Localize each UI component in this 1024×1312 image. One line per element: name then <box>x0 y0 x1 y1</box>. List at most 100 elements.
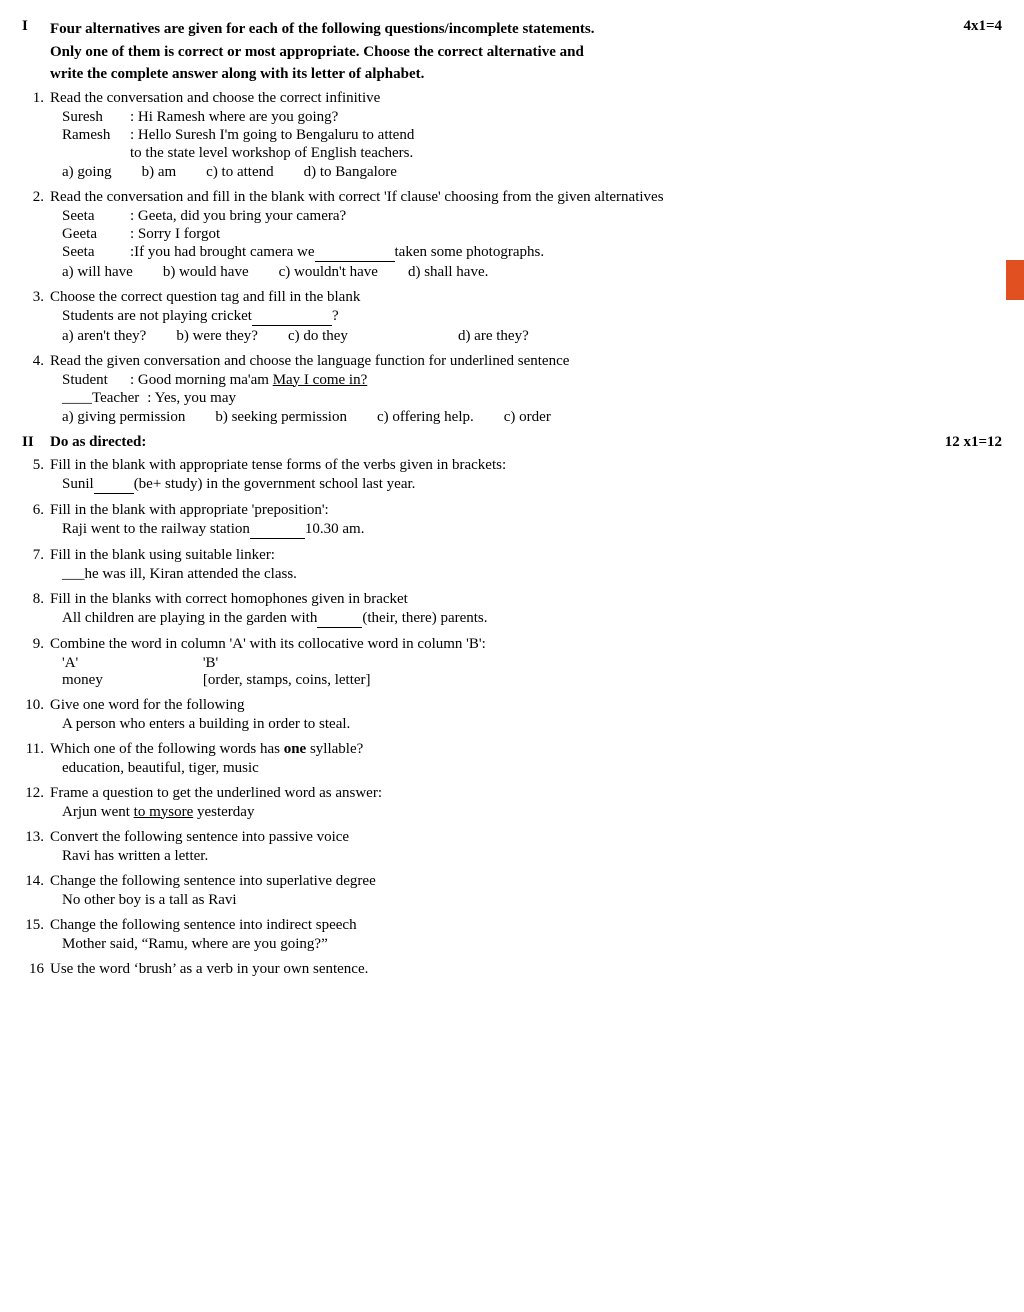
q2-opt-c: c) wouldn't have <box>279 264 378 281</box>
q1-ramesh-line2: to the state level workshop of English t… <box>130 145 1002 162</box>
q2-seeta2-pre: :If you had brought camera we <box>130 244 315 260</box>
q9-col-a: 'A' money <box>62 655 103 689</box>
q1-suresh-line: : Hi Ramesh where are you going? <box>130 109 1002 126</box>
q6-num: 6. <box>22 502 44 519</box>
q6-text: Fill in the blank with appropriate 'prep… <box>50 502 1002 519</box>
q12-sentence: Arjun went to mysore yesterday <box>62 804 1002 821</box>
q9-col-a-header: 'A' <box>62 655 103 672</box>
q4-opt-c: c) offering help. <box>377 409 474 426</box>
q3-sentence-post: ? <box>332 308 339 324</box>
q10-text: Give one word for the following <box>50 697 1002 714</box>
q12-text: Frame a question to get the underlined w… <box>50 785 1002 802</box>
section-i-marks: 4x1=4 <box>963 18 1002 35</box>
question-10: 10. Give one word for the following A pe… <box>22 697 1002 733</box>
question-12: 12. Frame a question to get the underlin… <box>22 785 1002 821</box>
q1-num: 1. <box>22 90 44 107</box>
q2-seeta1-label: Seeta <box>62 208 122 225</box>
q3-opt-c: c) do they <box>288 328 348 345</box>
q1-opt-d: d) to Bangalore <box>304 164 397 181</box>
q2-seeta2-post: taken some photographs. <box>395 244 545 260</box>
section-i-title-line3: write the complete answer along with its… <box>50 63 963 86</box>
q2-opt-d: d) shall have. <box>408 264 488 281</box>
q3-text: Choose the correct question tag and fill… <box>50 289 1002 306</box>
q4-student-line-text: : Good morning ma'am <box>130 372 269 388</box>
q11-sentence: education, beautiful, tiger, music <box>62 760 1002 777</box>
q2-blank <box>315 244 395 262</box>
question-8: 8. Fill in the blanks with correct homop… <box>22 591 1002 628</box>
question-3: 3. Choose the correct question tag and f… <box>22 289 1002 345</box>
question-5: 5. Fill in the blank with appropriate te… <box>22 457 1002 494</box>
q2-seeta1-line: : Geeta, did you bring your camera? <box>130 208 1002 225</box>
q9-col-a-val: money <box>62 672 103 689</box>
q1-opt-c: c) to attend <box>206 164 273 181</box>
section-i-title-line1: Four alternatives are given for each of … <box>50 18 963 41</box>
q8-post: (their, there) parents. <box>362 610 487 626</box>
question-1: 1. Read the conversation and choose the … <box>22 90 1002 181</box>
question-9: 9. Combine the word in column 'A' with i… <box>22 636 1002 689</box>
question-11: 11. Which one of the following words has… <box>22 741 1002 777</box>
question-4: 4. Read the given conversation and choos… <box>22 353 1002 426</box>
q2-num: 2. <box>22 189 44 206</box>
q7-sentence: ___he was ill, Kiran attended the class. <box>62 566 1002 583</box>
q3-blank <box>252 308 332 326</box>
q4-opt-a: a) giving permission <box>62 409 185 426</box>
q3-opt-d: d) are they? <box>458 328 529 345</box>
q4-teacher-line: : Yes, you may <box>147 390 1002 407</box>
q4-student-underline: May I come in? <box>273 372 368 388</box>
q15-num: 15. <box>22 917 44 934</box>
q13-text: Convert the following sentence into pass… <box>50 829 1002 846</box>
q10-num: 10. <box>22 697 44 714</box>
q4-text: Read the given conversation and choose t… <box>50 353 1002 370</box>
q8-sentence: All children are playing in the garden w… <box>62 610 1002 628</box>
q9-col-b-val: [order, stamps, coins, letter] <box>203 672 371 689</box>
q5-pre: Sunil <box>62 476 94 492</box>
q12-num: 12. <box>22 785 44 802</box>
q5-sentence: Sunil (be+ study) in the government scho… <box>62 476 1002 494</box>
q6-sentence: Raji went to the railway station 10.30 a… <box>62 521 1002 539</box>
q2-geeta-label: Geeta <box>62 226 122 243</box>
question-15: 15. Change the following sentence into i… <box>22 917 1002 953</box>
q6-blank <box>250 521 305 539</box>
question-16: 16 Use the word ‘brush’ as a verb in you… <box>22 961 1002 978</box>
q3-sentence: Students are not playing cricket ? <box>62 308 1002 326</box>
q9-text: Combine the word in column 'A' with its … <box>50 636 1002 653</box>
q6-pre: Raji went to the railway station <box>62 521 250 537</box>
q4-num: 4. <box>22 353 44 370</box>
question-14: 14. Change the following sentence into s… <box>22 873 1002 909</box>
q8-blank <box>317 610 362 628</box>
q11-num: 11. <box>22 741 44 758</box>
q2-seeta2-line: :If you had brought camera we taken some… <box>130 244 1002 262</box>
q4-teacher-label: ____Teacher <box>62 390 139 407</box>
q1-ramesh-cont <box>62 145 122 162</box>
q3-num: 3. <box>22 289 44 306</box>
question-2: 2. Read the conversation and fill in the… <box>22 189 1002 281</box>
q2-text: Read the conversation and fill in the bl… <box>50 189 1002 206</box>
q1-suresh-label: Suresh <box>62 109 122 126</box>
section-i-header: I Four alternatives are given for each o… <box>22 18 1002 86</box>
q9-col-b-header: 'B' <box>203 655 371 672</box>
q7-text: Fill in the blank using suitable linker: <box>50 547 1002 564</box>
q8-text: Fill in the blanks with correct homophon… <box>50 591 1002 608</box>
section-ii-marks: 12 x1=12 <box>945 434 1002 451</box>
q2-seeta2-label: Seeta <box>62 244 122 262</box>
q2-geeta-line: : Sorry I forgot <box>130 226 1002 243</box>
q1-opt-a: a) going <box>62 164 112 181</box>
q4-opt-b: b) seeking permission <box>215 409 347 426</box>
q11-text: Which one of the following words has one… <box>50 741 1002 758</box>
q11-text-pre: Which one of the following words has <box>50 741 280 757</box>
q9-num: 9. <box>22 636 44 653</box>
q11-text2: syllable? <box>310 741 363 757</box>
question-6: 6. Fill in the blank with appropriate 'p… <box>22 502 1002 539</box>
q1-opt-b: b) am <box>142 164 177 181</box>
section-ii-roman: II <box>22 434 38 451</box>
q2-opt-b: b) would have <box>163 264 249 281</box>
q8-pre: All children are playing in the garden w… <box>62 610 317 626</box>
q15-text: Change the following sentence into indir… <box>50 917 1002 934</box>
q7-num: 7. <box>22 547 44 564</box>
section-ii-header: II Do as directed: 12 x1=12 <box>22 434 1002 451</box>
q13-sentence: Ravi has written a letter. <box>62 848 1002 865</box>
q9-col-b: 'B' [order, stamps, coins, letter] <box>203 655 371 689</box>
q5-num: 5. <box>22 457 44 474</box>
section-ii-title: Do as directed: <box>50 434 146 451</box>
q8-num: 8. <box>22 591 44 608</box>
